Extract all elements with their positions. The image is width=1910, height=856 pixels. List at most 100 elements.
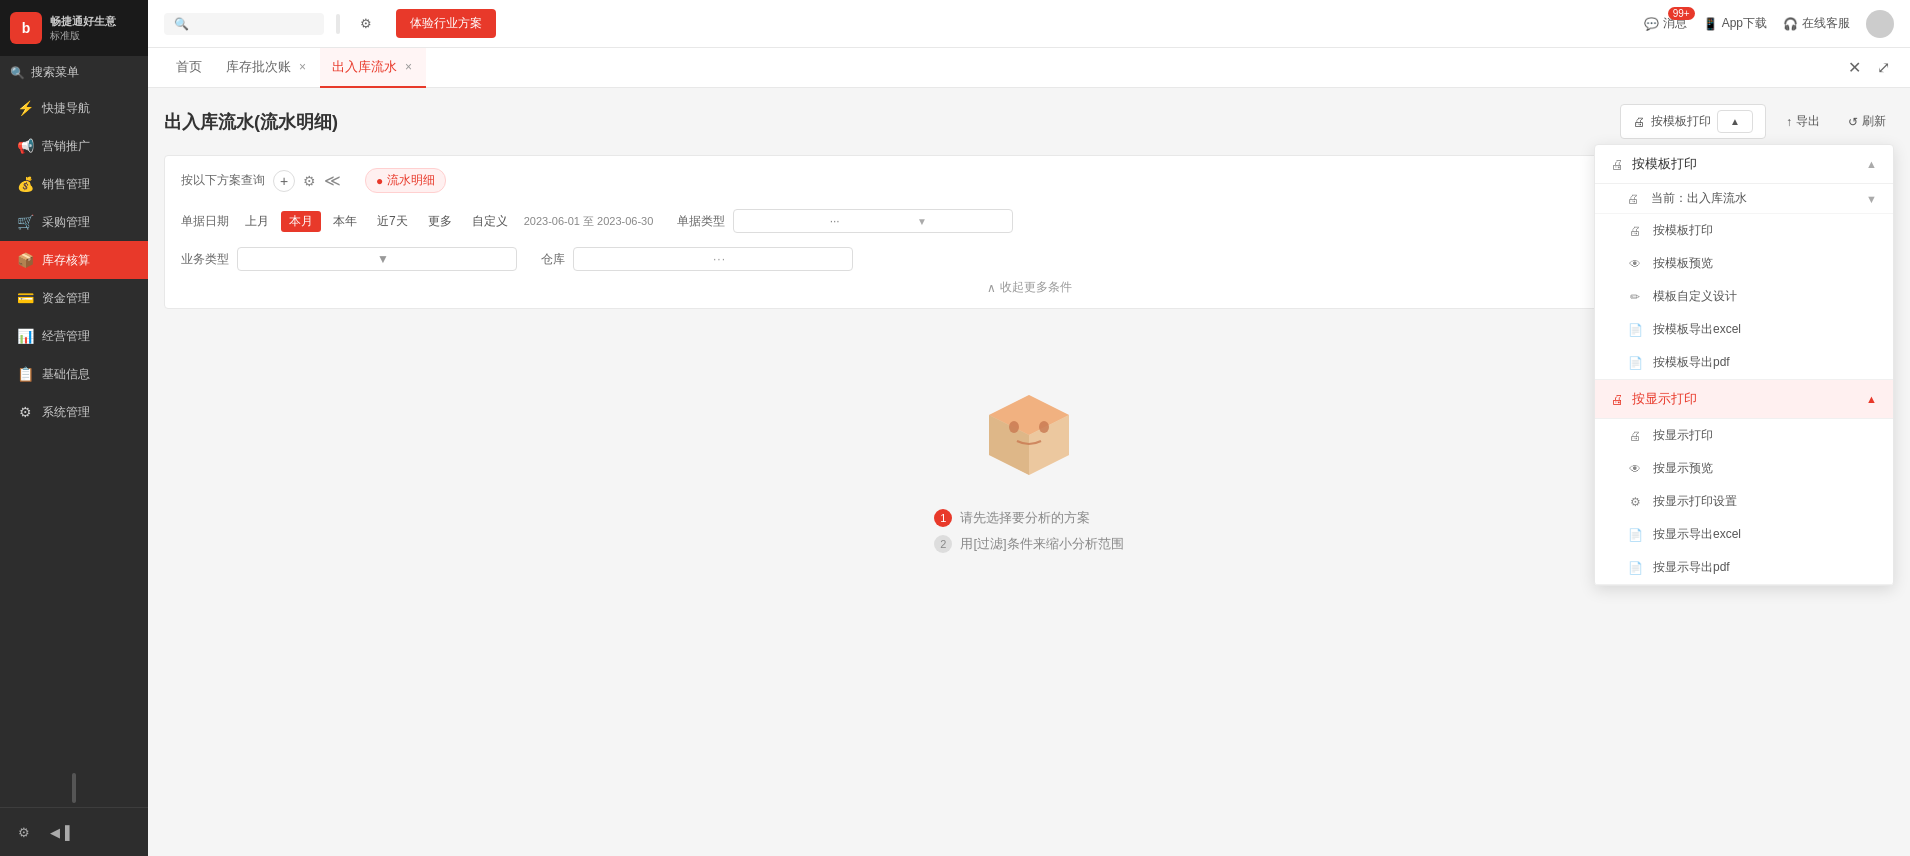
sidebar-item-label: 经营管理	[42, 328, 90, 345]
template-preview-label: 按模板预览	[1653, 255, 1713, 272]
template-export-pdf-item[interactable]: 📄 按模板导出pdf	[1595, 346, 1893, 379]
topbar-search-icon: 🔍	[174, 17, 189, 31]
step-2-label: 用[过滤]条件来缩小分析范围	[960, 531, 1123, 557]
sidebar-item-finance[interactable]: 💳 资金管理	[0, 279, 148, 317]
current-template-badge[interactable]: 🖨 当前：出入库流水 ▼	[1595, 184, 1893, 214]
industry-solution-btn[interactable]: 体验行业方案	[396, 9, 496, 38]
business-type-select[interactable]: ▼	[237, 247, 517, 271]
refresh-label: 刷新	[1862, 113, 1886, 130]
sidebar-item-label: 库存核算	[42, 252, 90, 269]
app-name-block: 畅捷通好生意 标准版	[50, 14, 116, 43]
collapse-conditions-btn[interactable]: ∧ 收起更多条件	[987, 279, 1072, 296]
date-opt-last-month[interactable]: 上月	[237, 211, 277, 232]
marketing-icon: 📢	[16, 137, 34, 155]
app-name: 畅捷通好生意	[50, 14, 116, 29]
sidebar-item-inventory[interactable]: 📦 库存核算	[0, 241, 148, 279]
warehouse-more-icon[interactable]: ···	[713, 252, 844, 266]
sidebar: b 畅捷通好生意 标准版 🔍 搜索菜单 ⚡ 快捷导航 📢 营销推广 💰 销售管理…	[0, 0, 148, 856]
display-settings-icon: ⚙	[1627, 494, 1643, 510]
empty-icon	[979, 385, 1079, 485]
service-icon: 🎧	[1783, 17, 1798, 31]
message-btn[interactable]: 💬 消息 99+	[1644, 15, 1687, 32]
tab-inventory-batch[interactable]: 库存批次账 ×	[214, 48, 320, 88]
main-content: 🔍 ⚙ 体验行业方案 💬 消息 99+ 📱 App下载 🎧 在线客服	[148, 0, 1910, 856]
sidebar-item-basic-info[interactable]: 📋 基础信息	[0, 355, 148, 393]
current-badge-label: 当前：出入库流水	[1651, 190, 1747, 207]
sidebar-item-operations[interactable]: 📊 经营管理	[0, 317, 148, 355]
filter-tag-label: 流水明细	[387, 172, 435, 189]
display-print-settings-item[interactable]: ⚙ 按显示打印设置	[1595, 485, 1893, 518]
doc-type-select[interactable]: ··· ▼	[733, 209, 1013, 233]
tab-batch-close[interactable]: ×	[297, 60, 308, 74]
sidebar-item-quick-nav[interactable]: ⚡ 快捷导航	[0, 89, 148, 127]
display-export-pdf-item[interactable]: 📄 按显示导出pdf	[1595, 551, 1893, 584]
business-type-arrow: ▼	[377, 252, 508, 266]
sidebar-item-label: 采购管理	[42, 214, 90, 231]
app-download-label: App下载	[1722, 15, 1767, 32]
template-excel-label: 按模板导出excel	[1653, 321, 1741, 338]
tab-close-icon[interactable]: ✕	[1844, 54, 1865, 81]
tab-flow-close[interactable]: ×	[403, 60, 414, 74]
filter-settings-btn[interactable]: ⚙	[303, 173, 316, 189]
filter-tag-icon: ●	[376, 174, 383, 188]
export-btn[interactable]: ↑ 导出	[1778, 109, 1828, 134]
warehouse-select[interactable]: ···	[573, 247, 853, 271]
refresh-btn[interactable]: ↺ 刷新	[1840, 109, 1894, 134]
doc-type-more-icon[interactable]: ···	[830, 214, 917, 228]
filter-collapse-btn[interactable]: ≪	[324, 171, 341, 190]
date-opt-this-year[interactable]: 本年	[325, 211, 365, 232]
operations-icon: 📊	[16, 327, 34, 345]
template-section-arrow: ▲	[1866, 158, 1877, 170]
template-print-item[interactable]: 🖨 按模板打印	[1595, 214, 1893, 247]
display-export-excel-item[interactable]: 📄 按显示导出excel	[1595, 518, 1893, 551]
template-design-item[interactable]: ✏ 模板自定义设计	[1595, 280, 1893, 313]
sidebar-item-sales[interactable]: 💰 销售管理	[0, 165, 148, 203]
template-preview-item[interactable]: 👁 按模板预览	[1595, 247, 1893, 280]
sidebar-item-purchase[interactable]: 🛒 采购管理	[0, 203, 148, 241]
date-opt-custom[interactable]: 自定义	[464, 211, 516, 232]
template-excel-icon: 📄	[1627, 322, 1643, 338]
step-2-num: 2	[934, 535, 952, 553]
sidebar-item-system[interactable]: ⚙ 系统管理	[0, 393, 148, 429]
filter-tag-item[interactable]: ● 流水明细	[365, 168, 446, 193]
tab-expand-icon[interactable]: ⤢	[1873, 54, 1894, 81]
tab-stock-flow[interactable]: 出入库流水 ×	[320, 48, 426, 88]
topbar-gear-btn[interactable]: ⚙	[352, 10, 380, 38]
user-avatar[interactable]	[1866, 10, 1894, 38]
tab-home-label: 首页	[176, 58, 202, 76]
app-download-btn[interactable]: 📱 App下载	[1703, 15, 1767, 32]
topbar-search-box[interactable]: 🔍	[164, 13, 324, 35]
doc-type-arrow: ▼	[917, 216, 1004, 227]
display-print-label: 按显示打印	[1653, 427, 1713, 444]
display-print-section-header[interactable]: 🖨 按显示打印 ▲	[1595, 380, 1893, 419]
online-service-btn[interactable]: 🎧 在线客服	[1783, 15, 1850, 32]
tab-home[interactable]: 首页	[164, 48, 214, 88]
warehouse-label: 仓库	[541, 251, 565, 268]
sidebar-settings-btn[interactable]: ⚙	[10, 818, 38, 846]
date-opt-more[interactable]: 更多	[420, 211, 460, 232]
template-preview-icon: 👁	[1627, 256, 1643, 272]
date-opt-this-month[interactable]: 本月	[281, 211, 321, 232]
online-service-label: 在线客服	[1802, 15, 1850, 32]
inventory-icon: 📦	[16, 251, 34, 269]
template-print-section-header[interactable]: 🖨 按模板打印 ▲	[1595, 145, 1893, 184]
collapse-label: 收起更多条件	[1000, 279, 1072, 296]
display-excel-icon: 📄	[1627, 527, 1643, 543]
svg-point-5	[1039, 421, 1049, 433]
current-badge-arrow: ▼	[1866, 193, 1877, 205]
sidebar-item-marketing[interactable]: 📢 营销推广	[0, 127, 148, 165]
filter-tag-container: ● 流水明细	[365, 168, 446, 193]
topbar-search-input[interactable]	[193, 17, 293, 31]
filter-add-btn[interactable]: +	[273, 170, 295, 192]
date-opt-7days[interactable]: 近7天	[369, 211, 416, 232]
sidebar-collapse-btn[interactable]: ◀▐	[46, 818, 74, 846]
display-print-section-icon: 🖨	[1611, 392, 1624, 407]
template-export-excel-item[interactable]: 📄 按模板导出excel	[1595, 313, 1893, 346]
display-preview-item[interactable]: 👁 按显示预览	[1595, 452, 1893, 485]
template-print-btn[interactable]: 🖨 按模板打印 ▲	[1620, 104, 1766, 139]
app-logo-icon: b	[10, 12, 42, 44]
step-1-label: 请先选择要分析的方案	[960, 505, 1090, 531]
search-icon: 🔍	[10, 66, 25, 80]
display-print-item[interactable]: 🖨 按显示打印	[1595, 419, 1893, 452]
search-menu-item[interactable]: 🔍 搜索菜单	[0, 56, 148, 89]
